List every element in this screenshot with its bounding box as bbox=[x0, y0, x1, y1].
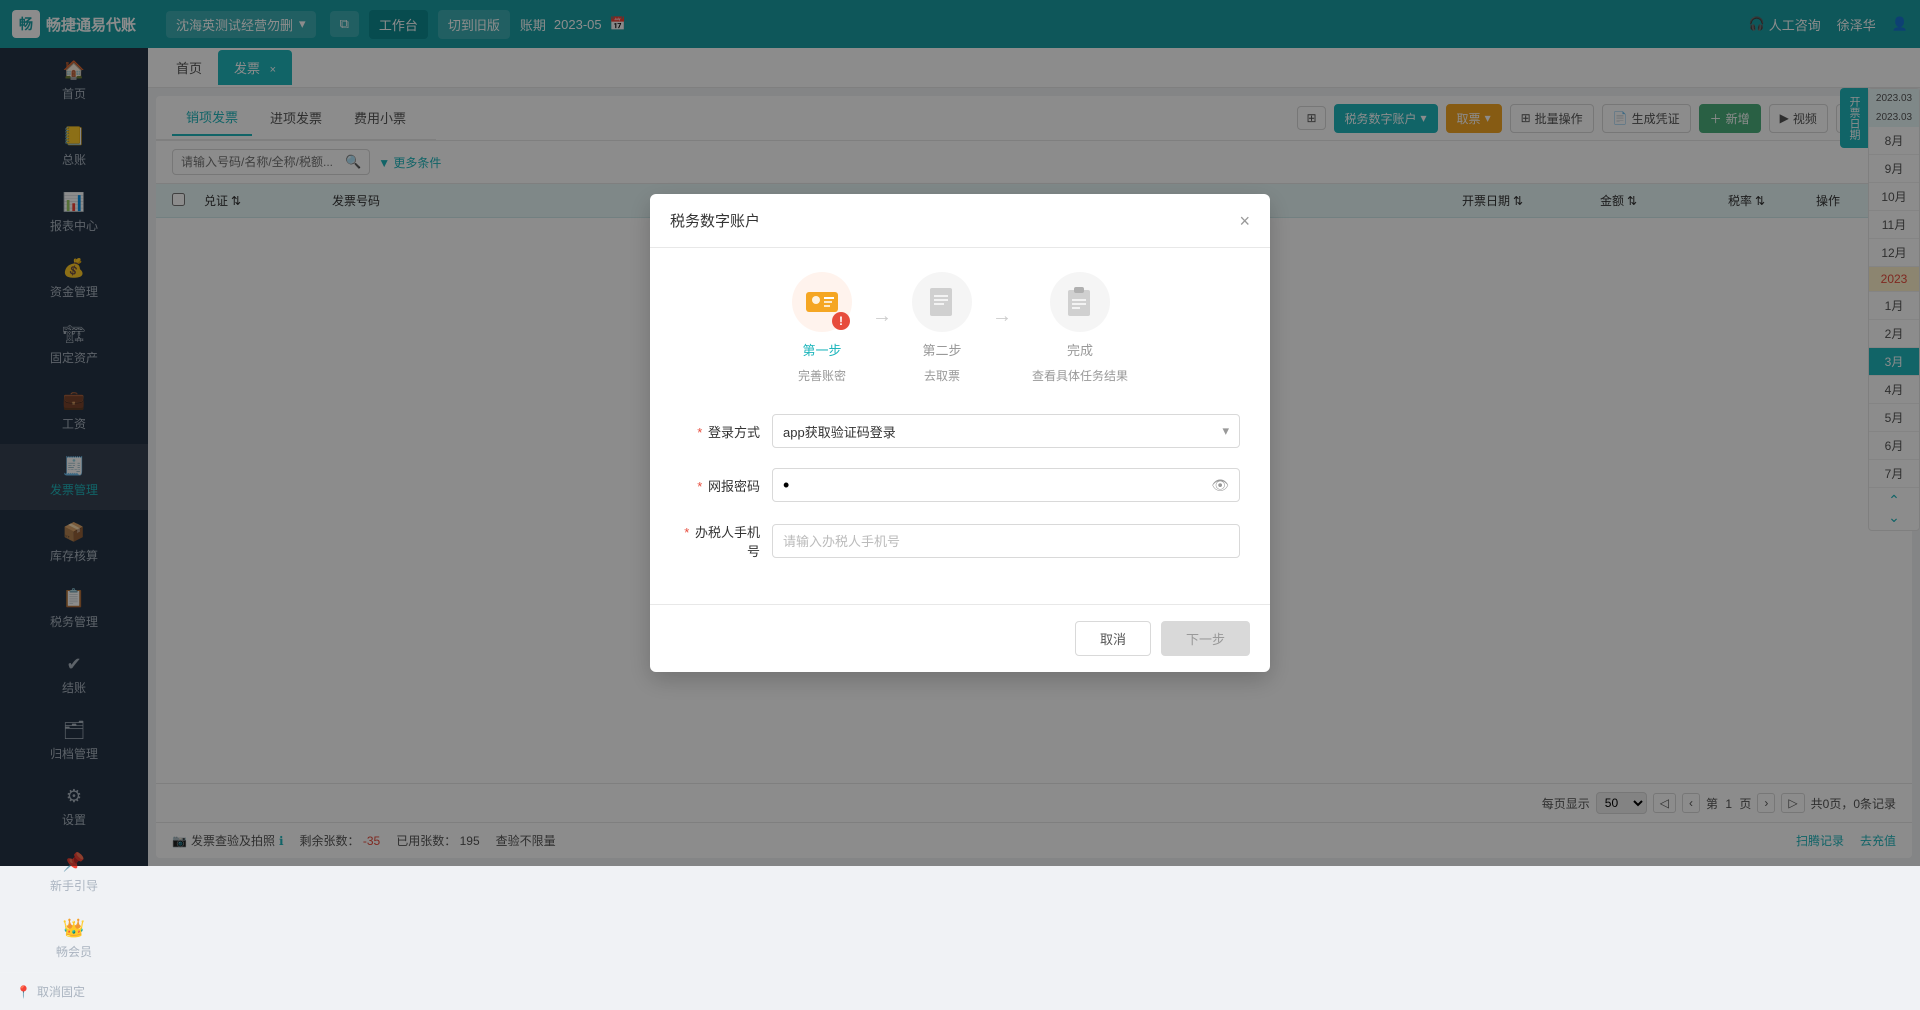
sidebar-bottom: 📍 取消固定 bbox=[0, 972, 148, 1010]
required-star: * bbox=[684, 525, 689, 540]
modal-body: ! 第一步 完善账密 → bbox=[650, 248, 1270, 604]
login-method-value: app获取验证码登录 bbox=[783, 422, 896, 441]
member-icon: 👑 bbox=[63, 918, 85, 939]
modal-close-btn[interactable]: × bbox=[1239, 212, 1250, 230]
phone-input-wrap bbox=[772, 524, 1240, 558]
modal-overlay: 税务数字账户 × ! bbox=[0, 0, 1920, 866]
arrow-1: → bbox=[872, 305, 892, 352]
required-star: * bbox=[697, 425, 702, 440]
step-1-icon-wrap: ! bbox=[792, 272, 852, 332]
step-1: ! 第一步 完善账密 bbox=[792, 272, 852, 384]
cancel-button[interactable]: 取消 bbox=[1075, 621, 1151, 656]
password-label: * 网报密码 bbox=[680, 476, 760, 495]
arrow-2: → bbox=[992, 305, 1012, 352]
step-1-sublabel: 完善账密 bbox=[798, 367, 846, 384]
step-3: 完成 查看具体任务结果 bbox=[1032, 272, 1128, 384]
password-input-wrap: 👁 bbox=[772, 468, 1240, 502]
login-method-label: * 登录方式 bbox=[680, 422, 760, 441]
sidebar-item-label: 畅会员 bbox=[56, 943, 92, 960]
phone-input[interactable] bbox=[783, 534, 1229, 549]
step-3-label: 完成 bbox=[1067, 340, 1093, 359]
password-row: * 网报密码 👁 bbox=[680, 468, 1240, 502]
clipboard-icon bbox=[1062, 284, 1098, 320]
sidebar-item-member[interactable]: 👑 畅会员 bbox=[0, 906, 148, 972]
step-1-label: 第一步 bbox=[802, 340, 841, 359]
sidebar-item-label: 新手引导 bbox=[50, 877, 98, 894]
pin-label: 取消固定 bbox=[37, 983, 85, 1000]
step-1-badge: ! bbox=[832, 312, 850, 330]
modal: 税务数字账户 × ! bbox=[650, 194, 1270, 672]
phone-label: * 办税人手机号 bbox=[680, 522, 760, 560]
phone-row: * 办税人手机号 bbox=[680, 522, 1240, 560]
chevron-down-icon: ▾ bbox=[1222, 423, 1229, 439]
step-3-icon-wrap bbox=[1050, 272, 1110, 332]
step-2-icon-wrap bbox=[912, 272, 972, 332]
modal-footer: 取消 下一步 bbox=[650, 604, 1270, 672]
step-3-sublabel: 查看具体任务结果 bbox=[1032, 367, 1128, 384]
password-input[interactable] bbox=[783, 475, 1211, 496]
login-method-select[interactable]: app获取验证码登录 ▾ bbox=[772, 414, 1240, 448]
pin-icon: 📍 bbox=[16, 985, 31, 999]
step-2-sublabel: 去取票 bbox=[924, 367, 960, 384]
steps-container: ! 第一步 完善账密 → bbox=[680, 272, 1240, 384]
login-method-row: * 登录方式 app获取验证码登录 ▾ bbox=[680, 414, 1240, 448]
modal-header: 税务数字账户 × bbox=[650, 194, 1270, 248]
step-2-label: 第二步 bbox=[922, 340, 961, 359]
pin-toggle[interactable]: 📍 取消固定 bbox=[0, 973, 148, 1010]
next-button[interactable]: 下一步 bbox=[1161, 621, 1250, 656]
step-2: 第二步 去取票 bbox=[912, 272, 972, 384]
modal-form: * 登录方式 app获取验证码登录 ▾ * 网报密码 bbox=[680, 414, 1240, 560]
modal-title: 税务数字账户 bbox=[670, 210, 760, 231]
document-icon bbox=[924, 284, 960, 320]
required-star: * bbox=[697, 479, 702, 494]
eye-icon[interactable]: 👁 bbox=[1211, 477, 1229, 494]
